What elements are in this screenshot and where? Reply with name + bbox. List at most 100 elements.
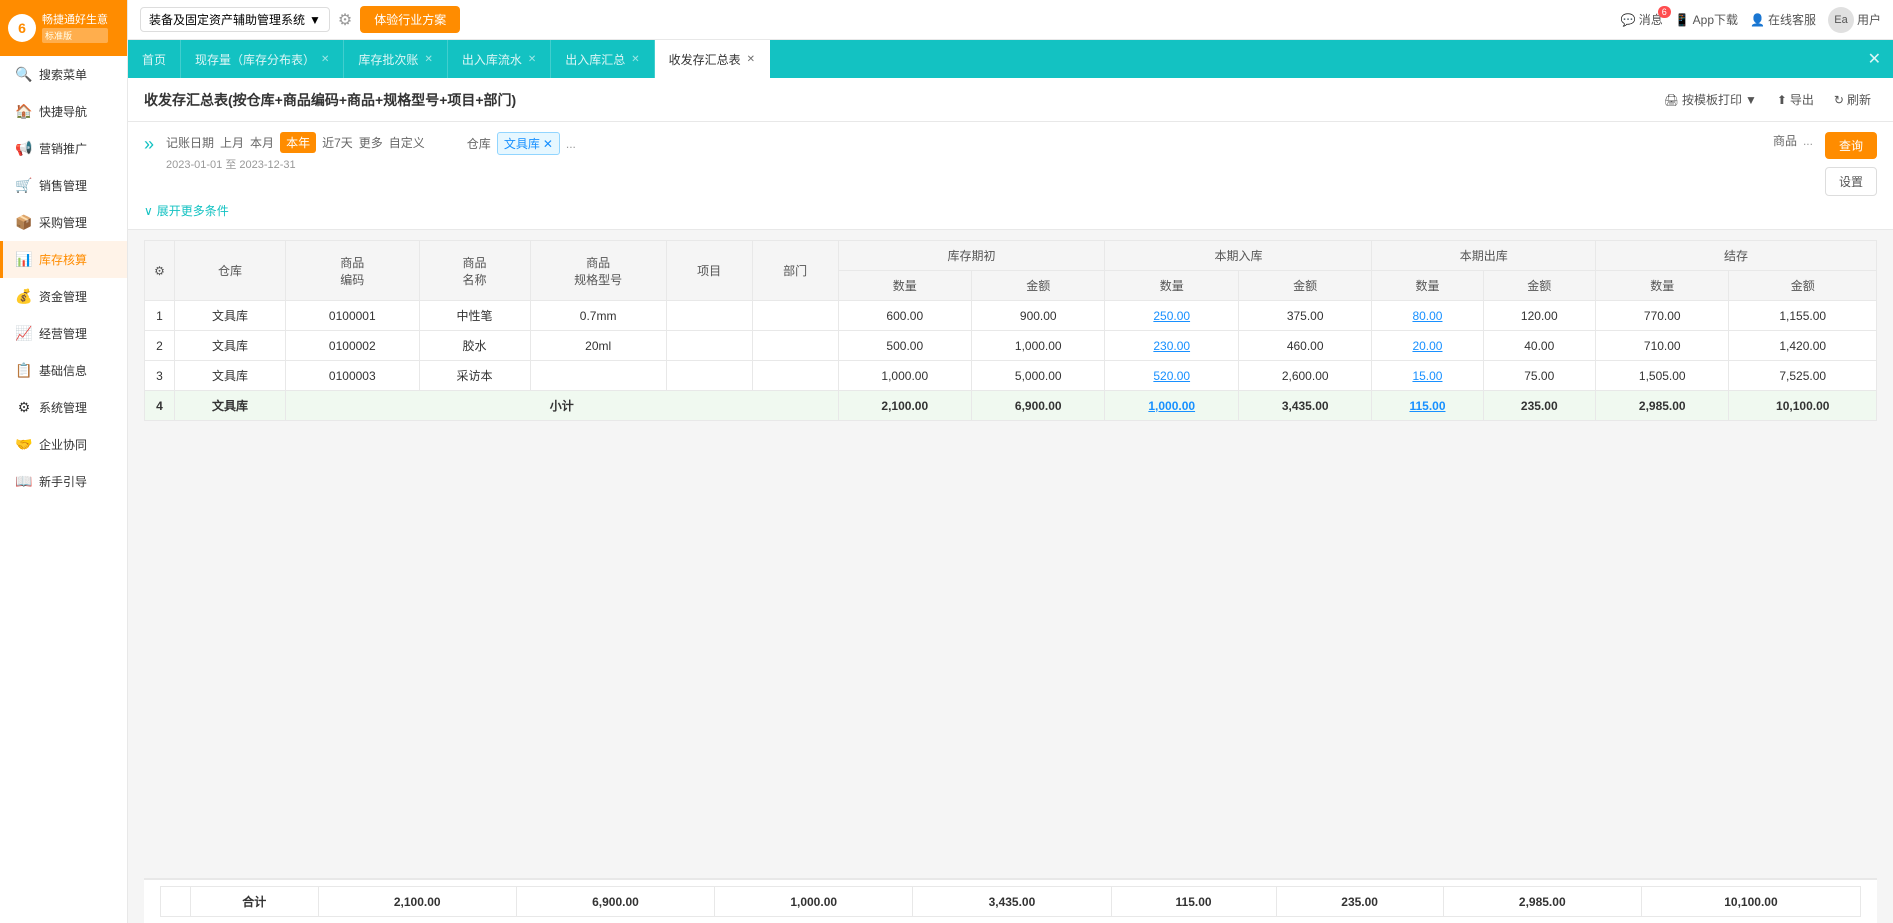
col-opening-header: 库存期初 (838, 241, 1105, 271)
online-service-label: 在线客服 (1768, 11, 1816, 28)
tab-inout-summary[interactable]: 出入库汇总 ✕ (551, 40, 654, 78)
tab-home[interactable]: 首页 (128, 40, 181, 78)
chevron-down-icon: ∨ (144, 204, 153, 218)
query-button[interactable]: 查询 (1825, 132, 1877, 159)
demo-button[interactable]: 体验行业方案 (360, 6, 460, 33)
row-project (666, 301, 752, 331)
filter-toggle-button[interactable]: » (144, 134, 154, 155)
tab-flow[interactable]: 出入库流水 ✕ (448, 40, 551, 78)
warehouse-label: 仓库 (467, 135, 491, 152)
total-label: 合计 (191, 887, 319, 917)
row-name: 采访本 (419, 361, 530, 391)
finance-icon: 💰 (15, 288, 33, 305)
total-in-qty: 1,000.00 (715, 887, 913, 917)
col-settings[interactable]: ⚙ (145, 241, 175, 301)
footer-table: 合计 2,100.00 6,900.00 1,000.00 3,435.00 1… (160, 886, 1861, 917)
export-button[interactable]: ⬆ 导出 (1771, 88, 1820, 111)
export-label: 导出 (1790, 91, 1814, 108)
col-in-header: 本期入库 (1105, 241, 1372, 271)
print-button[interactable]: 🖨 按模板打印 ▼ (1658, 88, 1763, 111)
settings-icon[interactable]: ⚙ (338, 10, 352, 30)
sidebar-item-basic[interactable]: 📋 基础信息 (0, 352, 127, 389)
date-this-month[interactable]: 本月 (250, 134, 274, 151)
date-more[interactable]: 更多 (359, 134, 383, 151)
sidebar-item-purchase[interactable]: 📦 采购管理 (0, 204, 127, 241)
guide-icon: 📖 (15, 473, 33, 490)
date-7days[interactable]: 近7天 (322, 134, 353, 151)
sidebar-item-sales[interactable]: 🛒 销售管理 (0, 167, 127, 204)
export-icon: ⬆ (1777, 93, 1787, 107)
message-action[interactable]: 💬 消息 6 (1621, 11, 1663, 28)
sidebar-item-quick-nav[interactable]: 🏠 快捷导航 (0, 93, 127, 130)
row-out-qty[interactable]: 15.00 (1372, 361, 1483, 391)
tab-inventory-batch[interactable]: 库存批次账 ✕ (344, 40, 447, 78)
warehouse-tag[interactable]: 文具库 ✕ (497, 132, 560, 155)
product-more[interactable]: ... (1803, 134, 1813, 148)
close-all-tabs-button[interactable]: ✕ (1856, 49, 1893, 69)
total-close-qty: 2,985.00 (1443, 887, 1641, 917)
tag-close-icon[interactable]: ✕ (543, 137, 553, 151)
tabbar: 首页 现存量（库存分布表） ✕ 库存批次账 ✕ 出入库流水 ✕ 出入库汇总 ✕ … (128, 40, 1893, 78)
row-in-qty[interactable]: 250.00 (1105, 301, 1238, 331)
warehouse-more[interactable]: ... (566, 137, 576, 151)
refresh-button[interactable]: ↻ 刷新 (1828, 88, 1877, 111)
sidebar-item-label: 快捷导航 (39, 103, 87, 120)
close-qty-header: 数量 (1596, 271, 1729, 301)
expand-more-button[interactable]: ∨ 展开更多条件 (144, 202, 1877, 219)
message-icon: 💬 (1621, 13, 1636, 27)
row-out-amt: 75.00 (1483, 361, 1595, 391)
online-service-action[interactable]: 👤 在线客服 (1750, 11, 1816, 28)
tab-close-icon[interactable]: ✕ (321, 54, 329, 65)
row-open-amt: 1,000.00 (972, 331, 1105, 361)
settings-button[interactable]: 设置 (1825, 167, 1877, 196)
sales-icon: 🛒 (15, 177, 33, 194)
row-out-amt: 40.00 (1483, 331, 1595, 361)
date-this-year[interactable]: 本年 (280, 132, 316, 153)
sidebar-item-operation[interactable]: 📈 经营管理 (0, 315, 127, 352)
topbar: 装备及固定资产辅助管理系统 ▼ ⚙ 体验行业方案 💬 消息 6 📱 App下载 … (128, 0, 1893, 40)
row-in-qty[interactable]: 230.00 (1105, 331, 1238, 361)
search-icon: 🔍 (15, 66, 33, 83)
col-dept-header: 部门 (752, 241, 838, 301)
tab-close-icon[interactable]: ✕ (631, 54, 639, 65)
tab-close-icon[interactable]: ✕ (747, 54, 755, 65)
user-action[interactable]: Ea 用户 (1828, 7, 1881, 33)
row-in-amt: 460.00 (1238, 331, 1371, 361)
system-selector[interactable]: 装备及固定资产辅助管理系统 ▼ (140, 7, 330, 32)
sidebar-item-marketing[interactable]: 📢 营销推广 (0, 130, 127, 167)
sidebar-item-search[interactable]: 🔍 搜索菜单 (0, 56, 127, 93)
sidebar-item-finance[interactable]: 💰 资金管理 (0, 278, 127, 315)
tab-close-icon[interactable]: ✕ (424, 54, 432, 65)
row-out-qty[interactable]: 20.00 (1372, 331, 1483, 361)
sidebar-item-inventory[interactable]: 📊 库存核算 (0, 241, 127, 278)
subtotal-open-amt: 6,900.00 (972, 391, 1105, 421)
tab-stock-summary[interactable]: 收发存汇总表 ✕ (655, 40, 770, 78)
sidebar-item-guide[interactable]: 📖 新手引导 (0, 463, 127, 500)
row-out-qty[interactable]: 80.00 (1372, 301, 1483, 331)
sidebar-item-label: 营销推广 (39, 140, 87, 157)
row-close-amt: 1,155.00 (1729, 301, 1877, 331)
row-name: 胶水 (419, 331, 530, 361)
tab-close-icon[interactable]: ✕ (528, 54, 536, 65)
home-icon: 🏠 (15, 103, 33, 120)
system-name: 装备及固定资产辅助管理系统 (149, 11, 305, 28)
date-custom[interactable]: 自定义 (389, 134, 425, 151)
row-in-qty[interactable]: 520.00 (1105, 361, 1238, 391)
row-close-amt: 1,420.00 (1729, 331, 1877, 361)
tab-inventory-dist[interactable]: 现存量（库存分布表） ✕ (181, 40, 344, 78)
sidebar-item-label: 新手引导 (39, 473, 87, 490)
sidebar-item-label: 系统管理 (39, 399, 87, 416)
print-label: 按模板打印 (1682, 91, 1742, 108)
date-last-month[interactable]: 上月 (220, 134, 244, 151)
row-code: 0100001 (286, 301, 419, 331)
subtotal-out-qty[interactable]: 115.00 (1372, 391, 1483, 421)
subtotal-in-qty[interactable]: 1,000.00 (1105, 391, 1238, 421)
app-download-action[interactable]: 📱 App下载 (1675, 11, 1738, 28)
total-close-amt: 10,100.00 (1641, 887, 1860, 917)
sidebar-item-enterprise[interactable]: 🤝 企业协同 (0, 426, 127, 463)
row-code: 0100002 (286, 331, 419, 361)
tab-label: 收发存汇总表 (669, 51, 741, 68)
sidebar-item-system[interactable]: ⚙ 系统管理 (0, 389, 127, 426)
subtotal-open-qty: 2,100.00 (838, 391, 971, 421)
col-project-header: 项目 (666, 241, 752, 301)
